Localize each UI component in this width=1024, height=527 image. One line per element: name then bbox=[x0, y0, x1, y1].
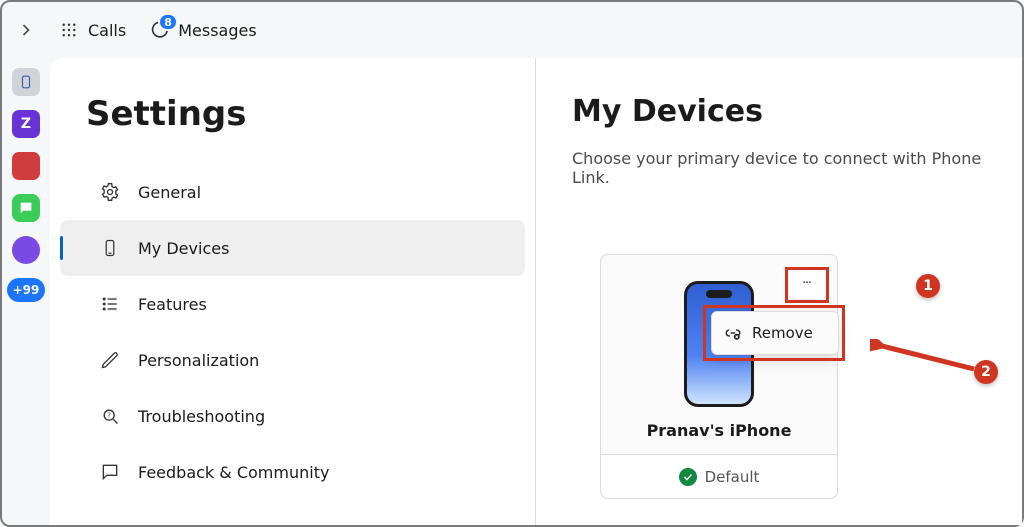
check-icon bbox=[679, 468, 697, 486]
phone-icon bbox=[100, 238, 120, 258]
device-status-label: Default bbox=[705, 468, 760, 486]
settings-item-label: My Devices bbox=[138, 239, 229, 258]
annotation-arrow bbox=[870, 339, 978, 373]
nav-calls-label: Calls bbox=[88, 21, 126, 40]
nav-calls[interactable]: Calls bbox=[58, 19, 126, 41]
rail-phone-app[interactable] bbox=[12, 68, 40, 96]
device-card[interactable]: Remove Pranav's iPhone Default bbox=[600, 254, 838, 499]
nav-messages-label: Messages bbox=[178, 21, 256, 40]
settings-item-troubleshooting[interactable]: ? Troubleshooting bbox=[60, 388, 525, 444]
annotation-box-1 bbox=[785, 267, 829, 303]
annotation-callout-1: 1 bbox=[916, 274, 940, 298]
settings-item-label: General bbox=[138, 183, 201, 202]
settings-list: General My Devices Features Personalizat… bbox=[50, 164, 535, 500]
help-icon: ? bbox=[100, 406, 120, 426]
settings-item-my-devices[interactable]: My Devices bbox=[60, 220, 525, 276]
annotation-callout-2: 2 bbox=[974, 360, 998, 384]
messages-badge: 8 bbox=[158, 13, 178, 31]
rail-red-app[interactable] bbox=[12, 152, 40, 180]
devices-subtitle: Choose your primary device to connect wi… bbox=[572, 149, 1022, 187]
devices-title: My Devices bbox=[572, 94, 1022, 129]
dialpad-icon bbox=[58, 19, 80, 41]
annotation-box-2 bbox=[703, 305, 845, 361]
gear-icon bbox=[100, 182, 120, 202]
settings-panel: Settings General My Devices Features Per… bbox=[50, 58, 536, 525]
device-name: Pranav's iPhone bbox=[647, 407, 792, 454]
settings-item-label: Personalization bbox=[138, 351, 259, 370]
settings-item-general[interactable]: General bbox=[60, 164, 525, 220]
messages-icon: 8 bbox=[148, 19, 170, 41]
list-icon bbox=[100, 294, 120, 314]
device-status-row: Default bbox=[601, 454, 837, 498]
app-rail: Z +99 bbox=[2, 58, 50, 525]
settings-item-personalization[interactable]: Personalization bbox=[60, 332, 525, 388]
back-button[interactable] bbox=[16, 20, 36, 40]
top-bar: Calls 8 Messages bbox=[2, 2, 1022, 58]
pen-icon bbox=[100, 350, 120, 370]
rail-violet-app[interactable] bbox=[12, 236, 40, 264]
settings-item-feedback[interactable]: Feedback & Community bbox=[60, 444, 525, 500]
devices-panel: My Devices Choose your primary device to… bbox=[536, 58, 1022, 525]
settings-item-label: Troubleshooting bbox=[138, 407, 265, 426]
content-area: Settings General My Devices Features Per… bbox=[50, 58, 1022, 525]
settings-item-label: Feedback & Community bbox=[138, 463, 329, 482]
settings-item-label: Features bbox=[138, 295, 207, 314]
nav-messages[interactable]: 8 Messages bbox=[148, 19, 256, 41]
settings-item-features[interactable]: Features bbox=[60, 276, 525, 332]
rail-z-app[interactable]: Z bbox=[12, 110, 40, 138]
rail-overflow[interactable]: +99 bbox=[7, 278, 45, 302]
device-illustration: Remove bbox=[601, 255, 837, 407]
settings-title: Settings bbox=[86, 94, 535, 134]
svg-text:?: ? bbox=[107, 412, 111, 420]
chat-icon bbox=[100, 462, 120, 482]
rail-messages-app[interactable] bbox=[12, 194, 40, 222]
